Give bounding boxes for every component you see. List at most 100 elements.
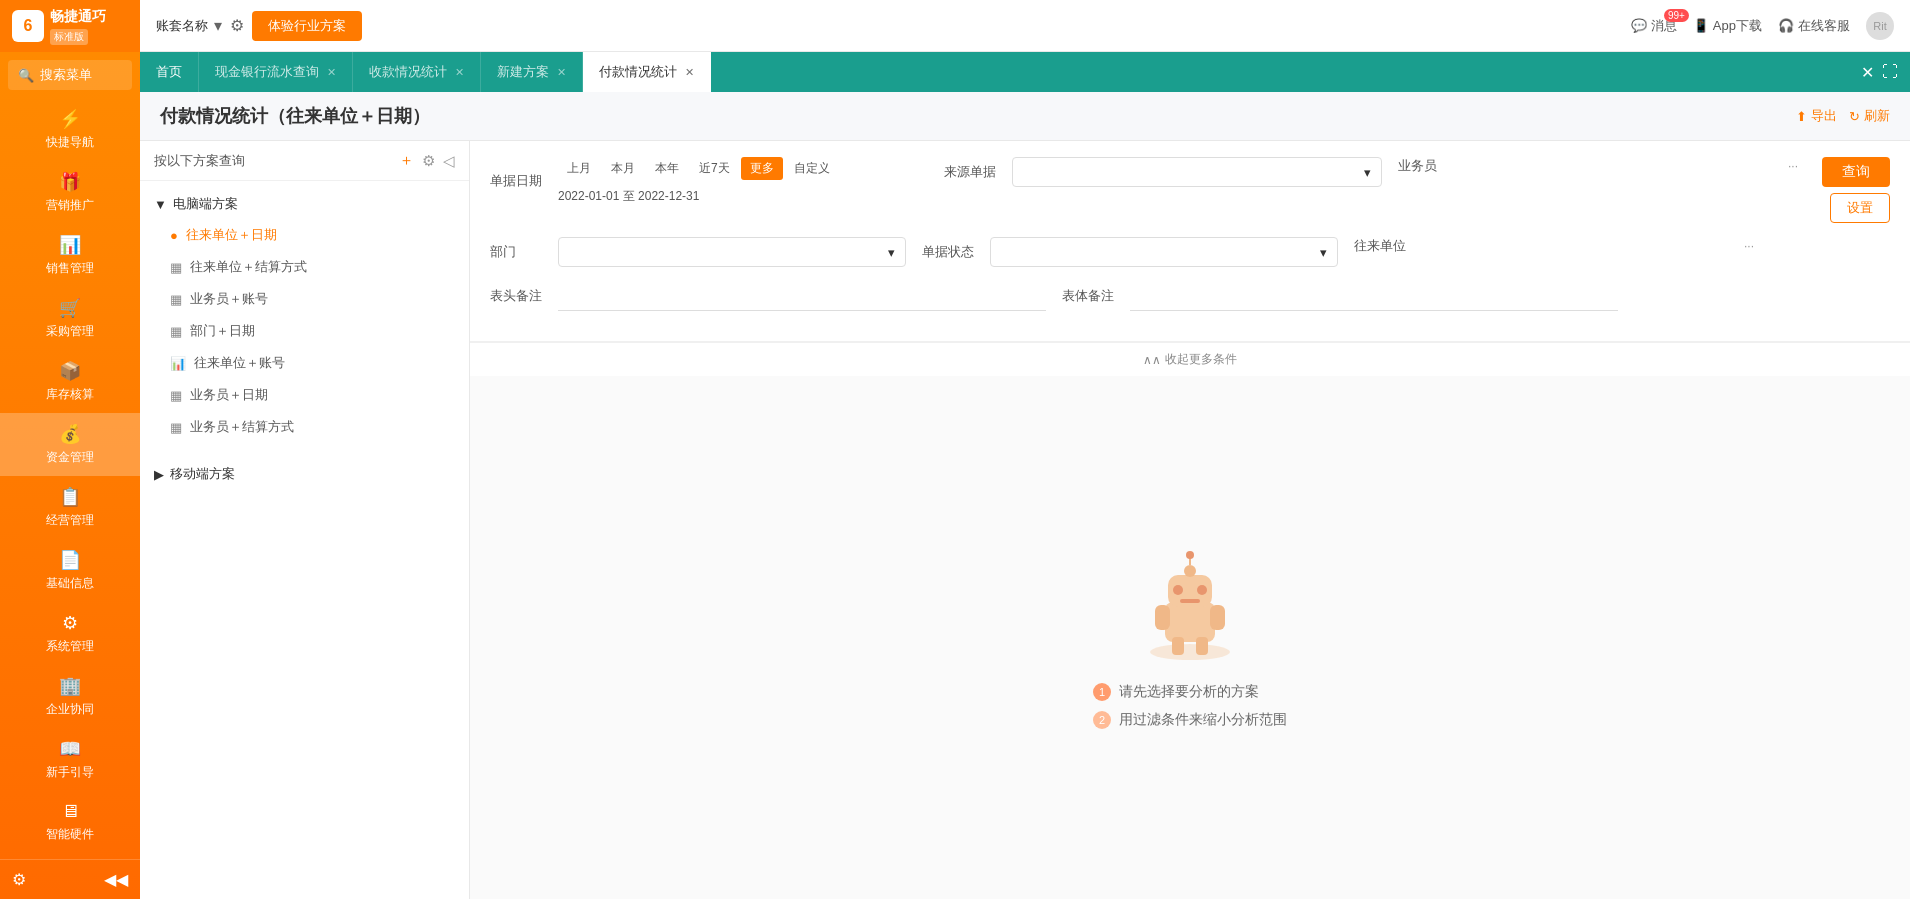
- date-btn-this-month[interactable]: 本月: [602, 157, 644, 180]
- sidebar-item-basicinfo[interactable]: 📄 基础信息: [0, 539, 140, 602]
- body-note-input[interactable]: [1130, 281, 1618, 311]
- sidebar-search[interactable]: 🔍 搜索菜单: [8, 60, 132, 90]
- topbar-gear-icon[interactable]: ⚙: [230, 16, 244, 35]
- scheme-settings-icon[interactable]: ⚙: [422, 152, 435, 170]
- marketing-icon: 🎁: [59, 171, 81, 193]
- scheme-item-staff-payment[interactable]: ▦ 业务员＋结算方式: [140, 411, 469, 443]
- dept-select[interactable]: ▾: [558, 237, 906, 267]
- tab-close-icon[interactable]: ✕: [455, 66, 464, 79]
- refresh-icon: ↻: [1849, 109, 1860, 124]
- select-arrow-icon: ▾: [1320, 245, 1327, 260]
- trial-button[interactable]: 体验行业方案: [252, 11, 362, 41]
- system-icon: ⚙: [62, 612, 78, 634]
- collapse-sidebar-icon[interactable]: ◀◀: [104, 870, 128, 889]
- svg-rect-10: [1184, 565, 1196, 577]
- account-selector[interactable]: 账套名称 ▾: [156, 16, 222, 35]
- sidebar-item-guide[interactable]: 📖 新手引导: [0, 728, 140, 791]
- scheme-item-staff-date[interactable]: ▦ 业务员＋日期: [140, 379, 469, 411]
- scheme-item-dept-date[interactable]: ▦ 部门＋日期: [140, 315, 469, 347]
- date-btn-custom[interactable]: 自定义: [785, 157, 839, 180]
- expand-icon[interactable]: ⛶: [1882, 63, 1898, 81]
- tab-close-icon[interactable]: ✕: [557, 66, 566, 79]
- account-dropdown-icon[interactable]: ▾: [214, 16, 222, 35]
- chevron-up-icon: ∧∧: [1143, 353, 1161, 367]
- tab-label: 付款情况统计: [599, 63, 677, 81]
- filter-date-item: 单据日期 上月 本月 本年 近7天 更多 自定义 2022-01-01 至 20…: [490, 157, 928, 205]
- sidebar-item-sales[interactable]: 📊 销售管理: [0, 224, 140, 287]
- message-icon: 💬: [1631, 18, 1647, 33]
- settings-icon[interactable]: ⚙: [12, 870, 26, 889]
- page-actions: ⬆ 导出 ↻ 刷新: [1796, 107, 1890, 125]
- scheme-icon: ▦: [170, 260, 182, 275]
- tip-text-1: 请先选择要分析的方案: [1119, 683, 1259, 701]
- desktop-group-label: 电脑端方案: [173, 195, 238, 213]
- sidebar-item-system[interactable]: ⚙ 系统管理: [0, 602, 140, 665]
- date-btn-7days[interactable]: 近7天: [690, 157, 739, 180]
- date-btn-last-month[interactable]: 上月: [558, 157, 600, 180]
- tab-receive-stats[interactable]: 收款情况统计 ✕: [353, 52, 481, 92]
- tab-home[interactable]: 首页: [140, 52, 199, 92]
- collapse-bar[interactable]: ∧∧ 收起更多条件: [470, 342, 1910, 376]
- sidebar-item-quick-nav[interactable]: ⚡ 快捷导航: [0, 98, 140, 161]
- header-note-label: 表头备注: [490, 287, 550, 305]
- tab-label: 现金银行流水查询: [215, 63, 319, 81]
- staff-ellipsis[interactable]: ···: [1788, 159, 1798, 173]
- mobile-group-header[interactable]: ▶ 移动端方案: [140, 459, 469, 489]
- scheme-item-partner-payment[interactable]: ▦ 往来单位＋结算方式: [140, 251, 469, 283]
- sidebar-item-wechat[interactable]: 💬 企业微信: [0, 853, 140, 859]
- left-panel-icons: ＋ ⚙ ◁: [399, 151, 455, 170]
- app-download-button[interactable]: 📱 App下载: [1693, 17, 1762, 35]
- export-button[interactable]: ⬆ 导出: [1796, 107, 1837, 125]
- quick-nav-icon: ⚡: [59, 108, 81, 130]
- scheme-item-staff-account[interactable]: ▦ 业务员＋账号: [140, 283, 469, 315]
- finance-icon: 💰: [59, 423, 81, 445]
- svg-point-0: [1150, 644, 1230, 660]
- setting-button[interactable]: 设置: [1830, 193, 1890, 223]
- tab-close-icon[interactable]: ✕: [685, 66, 694, 79]
- header-note-input[interactable]: [558, 281, 1046, 311]
- filter-source-doc: 来源单据 ▾: [944, 157, 1382, 187]
- tab-pay-stats[interactable]: 付款情况统计 ✕: [583, 52, 711, 92]
- inventory-icon: 📦: [59, 360, 81, 382]
- add-scheme-icon[interactable]: ＋: [399, 151, 414, 170]
- export-icon: ⬆: [1796, 109, 1807, 124]
- desktop-group-header[interactable]: ▼ 电脑端方案: [140, 189, 469, 219]
- online-service-button[interactable]: 🎧 在线客服: [1778, 17, 1850, 35]
- avatar[interactable]: Rit: [1866, 12, 1894, 40]
- date-range-display: 2022-01-01 至 2022-12-31: [558, 188, 839, 205]
- scheme-item-partner-date[interactable]: ● 往来单位＋日期: [140, 219, 469, 251]
- tip-num-2: 2: [1093, 711, 1111, 729]
- sidebar-item-marketing[interactable]: 🎁 营销推广: [0, 161, 140, 224]
- scheme-item-partner-account[interactable]: 📊 往来单位＋账号: [140, 347, 469, 379]
- doc-status-select[interactable]: ▾: [990, 237, 1338, 267]
- source-doc-select[interactable]: ▾: [1012, 157, 1382, 187]
- filter-dept: 部门 ▾: [490, 237, 906, 267]
- close-all-icon[interactable]: ✕: [1861, 63, 1874, 82]
- sidebar-item-hardware[interactable]: 🖥 智能硬件: [0, 791, 140, 853]
- query-button[interactable]: 查询: [1822, 157, 1890, 187]
- sidebar-item-inventory[interactable]: 📦 库存核算: [0, 350, 140, 413]
- svg-rect-9: [1180, 599, 1200, 603]
- collapse-panel-icon[interactable]: ◁: [443, 152, 455, 170]
- logo-icon: 6: [12, 10, 44, 42]
- date-btn-more[interactable]: 更多: [741, 157, 783, 180]
- messages-button[interactable]: 💬 消息 99+: [1631, 17, 1677, 35]
- sidebar-item-label: 库存核算: [46, 386, 94, 403]
- page-header: 付款情况统计（往来单位＋日期） ⬆ 导出 ↻ 刷新: [140, 92, 1910, 141]
- sidebar-item-purchase[interactable]: 🛒 采购管理: [0, 287, 140, 350]
- messages-badge: 99+: [1664, 9, 1689, 22]
- sidebar-item-enterprise[interactable]: 🏢 企业协同: [0, 665, 140, 728]
- sidebar-item-operations[interactable]: 📋 经营管理: [0, 476, 140, 539]
- svg-point-12: [1186, 551, 1194, 559]
- date-btn-this-year[interactable]: 本年: [646, 157, 688, 180]
- filter-staff: 业务员 ···: [1398, 157, 1798, 175]
- tabbar-actions: ✕ ⛶: [1849, 52, 1910, 92]
- tip-text-2: 用过滤条件来缩小分析范围: [1119, 711, 1287, 729]
- refresh-button[interactable]: ↻ 刷新: [1849, 107, 1890, 125]
- tab-close-icon[interactable]: ✕: [327, 66, 336, 79]
- sidebar-item-finance[interactable]: 💰 资金管理: [0, 413, 140, 476]
- svg-rect-1: [1165, 602, 1215, 642]
- tab-bank-flow[interactable]: 现金银行流水查询 ✕: [199, 52, 353, 92]
- tab-new-scheme[interactable]: 新建方案 ✕: [481, 52, 583, 92]
- partner-ellipsis[interactable]: ···: [1744, 239, 1754, 253]
